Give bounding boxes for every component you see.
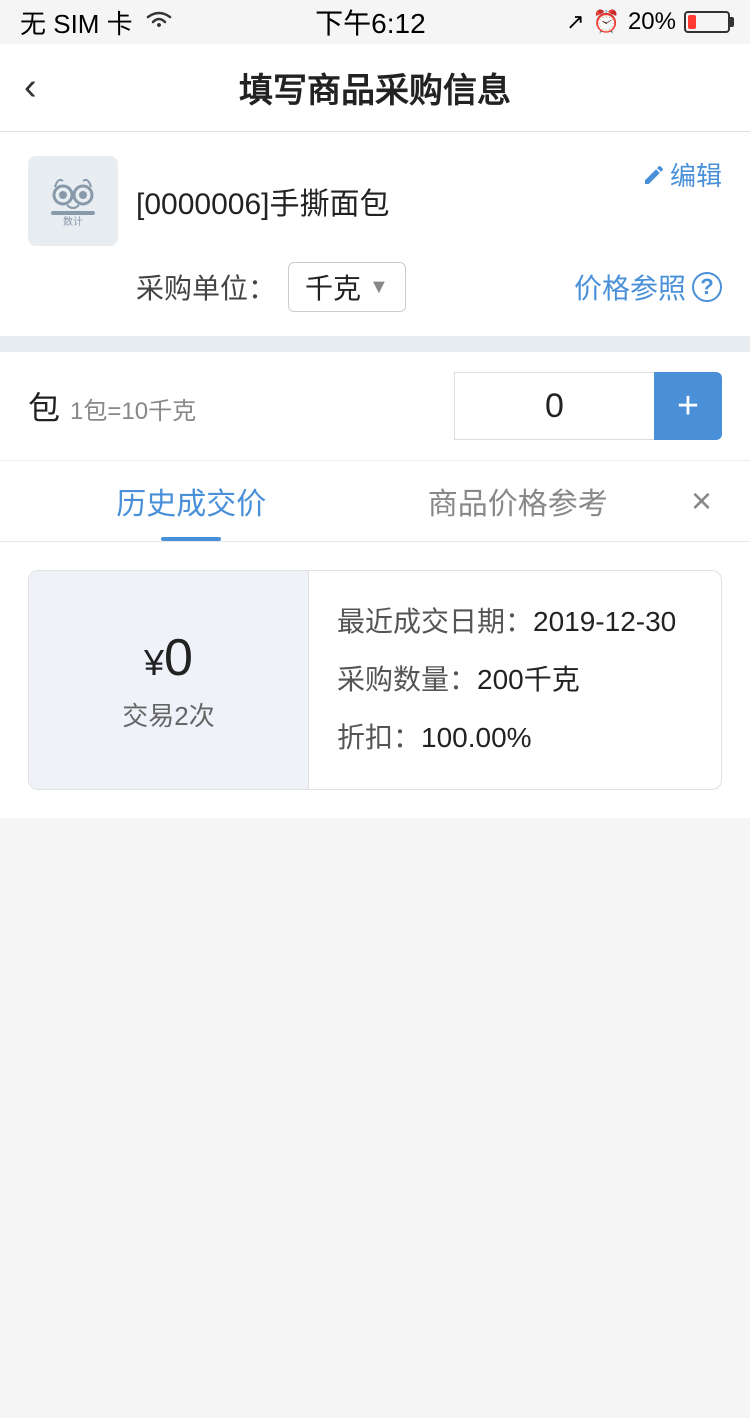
- price-reference-button[interactable]: 价格参照 ?: [574, 267, 722, 307]
- tabs-header: 历史成交价 商品价格参考 ×: [0, 461, 750, 542]
- purchase-qty-row: 采购数量：200千克: [337, 659, 693, 701]
- price-number: 0: [164, 629, 193, 687]
- status-bar: 无 SIM 卡 下午6:12 ↗ ⏰ 20%: [0, 0, 750, 44]
- product-logo-icon: 数计: [43, 167, 103, 236]
- product-full-name: [0000006]手撕面包: [136, 179, 389, 223]
- discount-value: 100.00%: [421, 722, 532, 753]
- dropdown-arrow-icon: ▼: [369, 276, 389, 299]
- purchase-qty-label: 采购数量：: [337, 664, 477, 695]
- history-trades-count: 交易2次: [122, 696, 214, 733]
- unit-select[interactable]: 千克 ▼: [288, 262, 406, 312]
- product-unit-row: 采购单位： 千克 ▼ 价格参照 ?: [136, 262, 722, 312]
- svg-text:数计: 数计: [63, 215, 83, 227]
- tabs-section: 历史成交价 商品价格参考 × ¥0 交易2次 最近成交日期：2019-12-30…: [0, 461, 750, 818]
- tab-history-price-label: 历史成交价: [116, 479, 266, 523]
- history-price-left: ¥0 交易2次: [29, 571, 309, 789]
- edit-button[interactable]: 编辑: [642, 156, 722, 193]
- tab-content: ¥0 交易2次 最近成交日期：2019-12-30 采购数量：200千克 折扣：…: [0, 542, 750, 818]
- discount-row: 折扣：100.00%: [337, 717, 693, 759]
- product-left: 数计 [0000006]手撕面包: [28, 156, 389, 246]
- unit-label: 采购单位：: [136, 267, 276, 307]
- edit-label: 编辑: [670, 156, 722, 193]
- quantity-input[interactable]: 0: [454, 372, 654, 440]
- section-divider: [0, 336, 750, 352]
- discount-label: 折扣：: [337, 722, 421, 753]
- tab-price-reference[interactable]: 商品价格参考: [354, 461, 680, 541]
- quantity-plus-button[interactable]: +: [654, 372, 722, 440]
- tabs-close-button[interactable]: ×: [681, 483, 722, 519]
- tab-price-reference-label: 商品价格参考: [428, 479, 608, 523]
- status-time: 下午6:12: [315, 2, 426, 42]
- help-icon: ?: [692, 272, 722, 302]
- currency-symbol: ¥: [144, 642, 164, 683]
- quantity-conversion: 1包=10千克: [70, 391, 196, 426]
- location-icon: ↗: [566, 9, 584, 35]
- quantity-input-group: 0 +: [454, 372, 722, 440]
- price-ref-label: 价格参照: [574, 267, 686, 307]
- battery-icon: [684, 11, 730, 33]
- history-price-value: ¥0: [144, 628, 193, 688]
- quantity-value: 0: [545, 387, 564, 426]
- quantity-label-group: 包 1包=10千克: [28, 383, 196, 429]
- recent-date-label: 最近成交日期：: [337, 606, 533, 637]
- nav-bar: ‹ 填写商品采购信息: [0, 44, 750, 132]
- wifi-icon: [143, 7, 175, 38]
- recent-date-value: 2019-12-30: [533, 606, 676, 637]
- purchase-qty-value: 200千克: [477, 664, 580, 695]
- battery-percent: 20%: [628, 8, 676, 36]
- tab-history-price[interactable]: 历史成交价: [28, 461, 354, 541]
- carrier-text: 无 SIM 卡: [20, 4, 133, 41]
- product-top-row: 数计 [0000006]手撕面包 编辑: [28, 156, 722, 246]
- plus-icon: +: [677, 385, 699, 428]
- unit-value: 千克: [305, 267, 361, 307]
- history-price-card: ¥0 交易2次 最近成交日期：2019-12-30 采购数量：200千克 折扣：…: [28, 570, 722, 790]
- status-right: ↗ ⏰ 20%: [566, 8, 730, 36]
- alarm-icon: ⏰: [593, 9, 620, 35]
- recent-date-row: 最近成交日期：2019-12-30: [337, 601, 693, 643]
- back-button[interactable]: ‹: [24, 66, 37, 109]
- page-title: 填写商品采购信息: [239, 63, 511, 112]
- quantity-row: 包 1包=10千克 0 +: [0, 352, 750, 461]
- main-body: [0, 818, 750, 1418]
- product-thumbnail: 数计: [28, 156, 118, 246]
- quantity-unit-label: 包: [28, 383, 60, 429]
- product-card: 数计 [0000006]手撕面包 编辑 采购单位： 千克 ▼ 价格参照 ?: [0, 132, 750, 336]
- history-price-right: 最近成交日期：2019-12-30 采购数量：200千克 折扣：100.00%: [309, 571, 721, 789]
- status-left: 无 SIM 卡: [20, 4, 175, 41]
